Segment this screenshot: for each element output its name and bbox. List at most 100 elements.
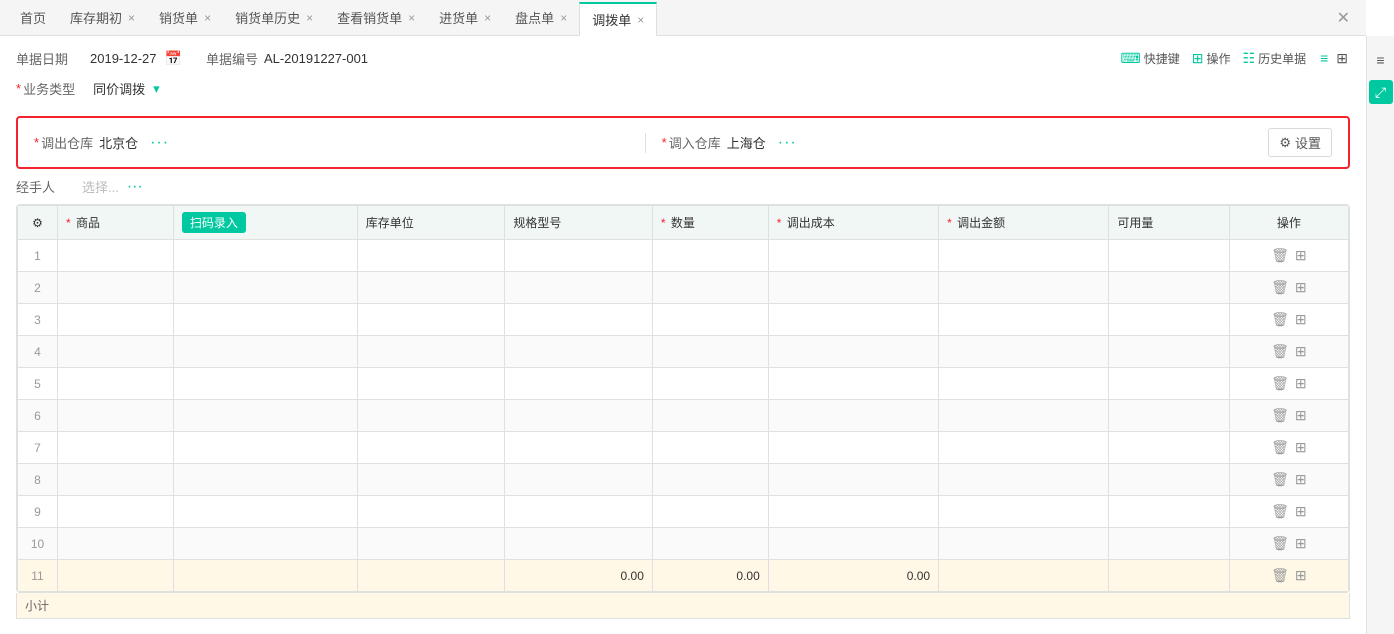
tab-purchase[interactable]: 进货单 × (427, 0, 503, 36)
close-all-tabs[interactable]: ✕ (1329, 8, 1358, 28)
date-value[interactable]: 2019-12-27 (90, 51, 157, 66)
cell-spec-6 (357, 400, 505, 432)
tab-home[interactable]: 首页 (8, 0, 58, 36)
close-tab-sales-history[interactable]: × (306, 11, 313, 25)
calendar-icon[interactable]: 📅 (165, 50, 182, 67)
delete-icon-7[interactable]: 🗑 (1271, 439, 1289, 456)
close-tab-transfer[interactable]: × (637, 13, 644, 27)
copy-icon-1[interactable]: ⊞ (1295, 247, 1307, 264)
delete-icon-5[interactable]: 🗑 (1271, 375, 1289, 392)
copy-icon-2[interactable]: ⊞ (1295, 279, 1307, 296)
cell-product-7[interactable] (58, 432, 174, 464)
cell-product-9[interactable] (58, 496, 174, 528)
delete-icon-8[interactable]: 🗑 (1271, 471, 1289, 488)
history-btn[interactable]: ☷ 历史单据 (1243, 50, 1307, 67)
cell-qty-4[interactable] (505, 336, 653, 368)
col-settings-header[interactable]: ⚙ (18, 206, 58, 240)
tab-inventory-init[interactable]: 库存期初 × (58, 0, 147, 36)
shortcut-key-btn[interactable]: ⌨ 快捷键 (1121, 50, 1180, 67)
tab-stocktake[interactable]: 盘点单 × (503, 0, 579, 36)
cell-product-4[interactable] (58, 336, 174, 368)
cell-cost-9[interactable] (652, 496, 768, 528)
transfer-table: ⚙ * 商品 扫码录入 库存单位 规格型号 * 数量 (17, 205, 1349, 592)
settings-button[interactable]: ⚙ 设置 (1268, 128, 1332, 157)
sidebar-list-btn[interactable]: ≡ (1369, 48, 1393, 72)
delete-icon-11[interactable]: 🗑 (1271, 567, 1289, 584)
layout-list-icon[interactable]: ≡ (1318, 48, 1330, 69)
tab-sales-history[interactable]: 销货单历史 × (223, 0, 325, 36)
cell-cost-3[interactable] (652, 304, 768, 336)
copy-icon-3[interactable]: ⊞ (1295, 311, 1307, 328)
cell-cost-2[interactable] (652, 272, 768, 304)
close-tab-stocktake[interactable]: × (560, 11, 567, 25)
cell-cost-8[interactable] (652, 464, 768, 496)
col-scan-header[interactable]: 扫码录入 (173, 206, 357, 240)
cell-product-5[interactable] (58, 368, 174, 400)
delete-icon-1[interactable]: 🗑 (1271, 247, 1289, 264)
copy-icon-4[interactable]: ⊞ (1295, 343, 1307, 360)
cell-cost-5[interactable] (652, 368, 768, 400)
close-tab-sales-order[interactable]: × (204, 11, 211, 25)
warehouse-in-value[interactable]: 上海仓 (727, 133, 766, 152)
handler-select[interactable]: 选择... (82, 177, 119, 196)
table-scroll-area[interactable]: ⚙ * 商品 扫码录入 库存单位 规格型号 * 数量 (17, 205, 1349, 592)
delete-icon-4[interactable]: 🗑 (1271, 343, 1289, 360)
cell-unit-9 (173, 496, 357, 528)
cell-qty-2[interactable] (505, 272, 653, 304)
cell-available-10 (939, 528, 1109, 560)
close-tab-inventory-init[interactable]: × (128, 11, 135, 25)
cell-qty-1[interactable] (505, 240, 653, 272)
tab-view-sales[interactable]: 查看销货单 × (325, 0, 427, 36)
operation-btn[interactable]: ⊞ 操作 (1192, 50, 1231, 67)
handler-more[interactable]: ··· (127, 178, 143, 196)
copy-icon-11[interactable]: ⊞ (1295, 567, 1307, 584)
copy-icon-5[interactable]: ⊞ (1295, 375, 1307, 392)
business-type-dropdown-icon[interactable]: ▾ (153, 81, 160, 97)
layout-grid-icon[interactable]: ⊞ (1334, 48, 1350, 69)
cell-qty-7[interactable] (505, 432, 653, 464)
cell-product-6[interactable] (58, 400, 174, 432)
cell-qty-3[interactable] (505, 304, 653, 336)
cell-cost-7[interactable] (652, 432, 768, 464)
table-header-row: ⚙ * 商品 扫码录入 库存单位 规格型号 * 数量 (18, 206, 1349, 240)
delete-icon-9[interactable]: 🗑 (1271, 503, 1289, 520)
cell-product-3[interactable] (58, 304, 174, 336)
cell-qty-5[interactable] (505, 368, 653, 400)
copy-icon-6[interactable]: ⊞ (1295, 407, 1307, 424)
warehouse-in-more[interactable]: ··· (778, 134, 797, 152)
copy-icon-7[interactable]: ⊞ (1295, 439, 1307, 456)
cell-qty-10[interactable] (505, 528, 653, 560)
cell-cost-6[interactable] (652, 400, 768, 432)
cell-cost-10[interactable] (652, 528, 768, 560)
copy-icon-10[interactable]: ⊞ (1295, 535, 1307, 552)
close-tab-view-sales[interactable]: × (408, 11, 415, 25)
delete-icon-2[interactable]: 🗑 (1271, 279, 1289, 296)
cell-qty-6[interactable] (505, 400, 653, 432)
tab-sales-order[interactable]: 销货单 × (147, 0, 223, 36)
warehouse-out-more[interactable]: ··· (150, 134, 169, 152)
tab-transfer[interactable]: 调拨单 × (579, 2, 657, 36)
cell-cost-4[interactable] (652, 336, 768, 368)
scan-btn[interactable]: 扫码录入 (182, 212, 246, 233)
cell-qty-8[interactable] (505, 464, 653, 496)
delete-icon-6[interactable]: 🗑 (1271, 407, 1289, 424)
warehouse-out-value[interactable]: 北京仓 (99, 133, 138, 152)
cell-product-1[interactable] (58, 240, 174, 272)
delete-icon-10[interactable]: 🗑 (1271, 535, 1289, 552)
close-tab-purchase[interactable]: × (484, 11, 491, 25)
cell-available-3 (939, 304, 1109, 336)
cell-product-2[interactable] (58, 272, 174, 304)
copy-icon-8[interactable]: ⊞ (1295, 471, 1307, 488)
sidebar-expand-btn[interactable]: ⤢ (1369, 80, 1393, 104)
cell-action-8: 🗑 ⊞ (1229, 464, 1348, 496)
cell-spec-4 (357, 336, 505, 368)
copy-icon-9[interactable]: ⊞ (1295, 503, 1307, 520)
business-type-value[interactable]: 同价调拨 (93, 79, 145, 98)
delete-icon-3[interactable]: 🗑 (1271, 311, 1289, 328)
cell-qty-9[interactable] (505, 496, 653, 528)
cell-subtotal-amount: 0.00 (768, 560, 938, 592)
cell-empty-5 (1109, 368, 1229, 400)
cell-product-8[interactable] (58, 464, 174, 496)
cell-cost-1[interactable] (652, 240, 768, 272)
cell-product-10[interactable] (58, 528, 174, 560)
